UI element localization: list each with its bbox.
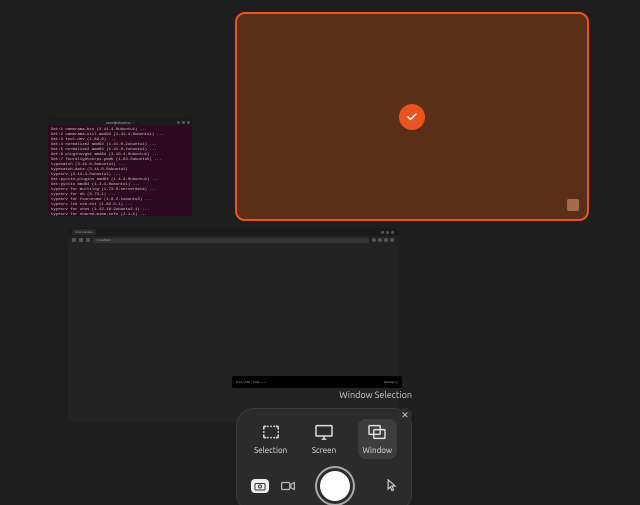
window-icon bbox=[367, 424, 387, 442]
mode-label: Selection bbox=[254, 446, 287, 455]
check-icon bbox=[399, 104, 425, 130]
media-controls-strip: 0:14 / 4:58 ◦ 720p —— settings ▢ bbox=[232, 376, 402, 388]
address-bar[interactable]: ○ localhost bbox=[93, 238, 369, 243]
terminal-output: Get:1 camorama-bin (1.41-4-0ubuntu1) ...… bbox=[48, 126, 192, 216]
show-pointer-toggle[interactable] bbox=[387, 479, 397, 493]
media-time-text: 0:14 / 4:58 ◦ 720p —— bbox=[236, 380, 266, 384]
window-controls bbox=[177, 121, 190, 124]
mode-screen-button[interactable]: Screen bbox=[304, 419, 343, 459]
browser-tab[interactable]: local preview bbox=[72, 229, 96, 235]
screenshot-tool: Window Selection ✕ SelectionScreenWindow bbox=[236, 400, 412, 505]
terminal-titlebar: user@ubuntu: ~ bbox=[48, 118, 192, 126]
browser-toolbar: ○ localhost bbox=[68, 236, 398, 244]
mode-window-button[interactable]: Window bbox=[358, 419, 397, 459]
browser-tabbar: local preview bbox=[68, 228, 398, 236]
window-controls bbox=[381, 231, 394, 234]
screenshot-tool-title: Window Selection bbox=[339, 390, 412, 400]
nav-back-icon[interactable] bbox=[72, 238, 76, 242]
still-capture-toggle[interactable] bbox=[251, 479, 269, 493]
close-icon[interactable]: ✕ bbox=[398, 408, 412, 422]
mode-label: Screen bbox=[312, 446, 336, 455]
selection-icon bbox=[261, 424, 281, 442]
media-settings-text: settings ▢ bbox=[384, 380, 398, 384]
shutter-button[interactable] bbox=[320, 471, 350, 501]
nav-reload-icon[interactable] bbox=[86, 238, 90, 242]
app-icon bbox=[567, 199, 579, 211]
screen-icon bbox=[314, 424, 334, 442]
toolbar-right-icons bbox=[372, 238, 394, 242]
overview-selected-window[interactable] bbox=[235, 12, 589, 221]
video-capture-toggle[interactable] bbox=[279, 479, 297, 493]
mode-label: Window bbox=[363, 446, 393, 455]
terminal-title: user@ubuntu: ~ bbox=[106, 120, 135, 125]
mode-selection-button[interactable]: Selection bbox=[251, 419, 290, 459]
overview-terminal-window[interactable]: user@ubuntu: ~ Get:1 camorama-bin (1.41-… bbox=[48, 118, 192, 216]
nav-forward-icon[interactable] bbox=[79, 238, 83, 242]
